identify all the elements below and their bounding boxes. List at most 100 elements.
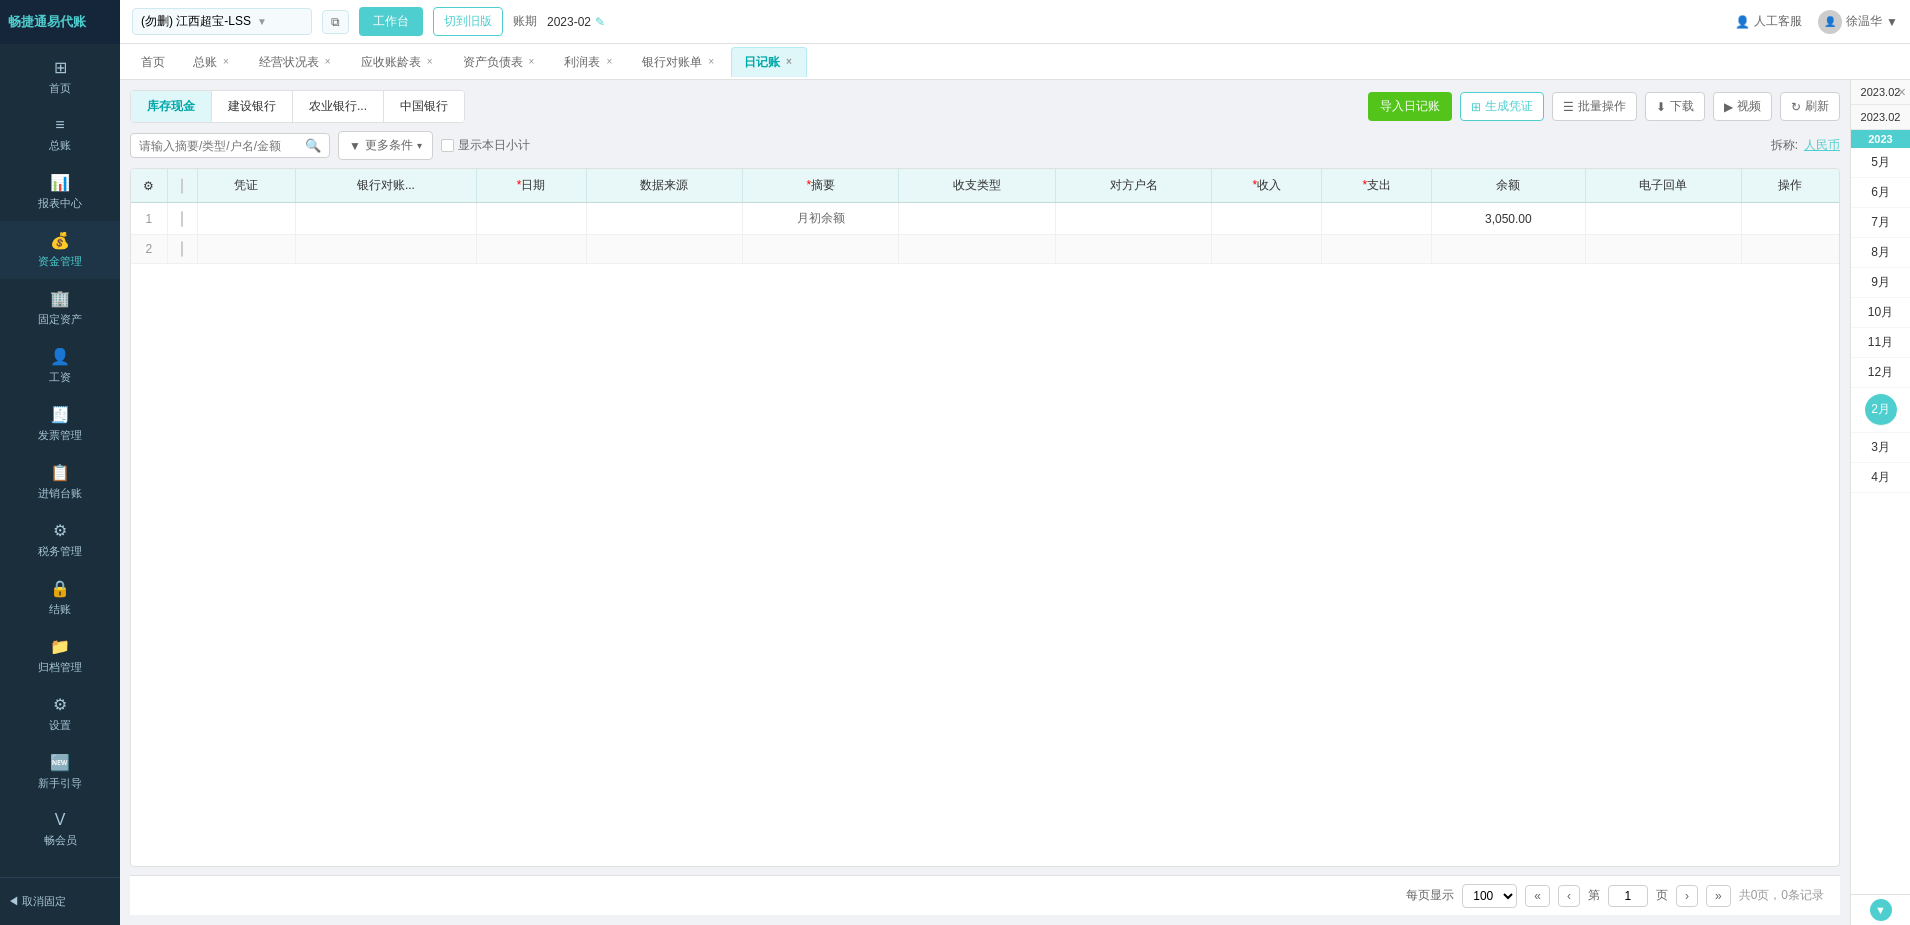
month-item-5[interactable]: 5月	[1851, 148, 1910, 178]
sidebar-item-archive[interactable]: 📁 归档管理	[0, 627, 120, 685]
sidebar-item-settings[interactable]: ⚙ 设置	[0, 685, 120, 743]
year-entry-2023-02-2[interactable]: 2023.02	[1851, 105, 1910, 130]
tab-receivable-close[interactable]: ×	[425, 56, 435, 68]
tab-profit-close[interactable]: ×	[604, 56, 614, 68]
company-selector[interactable]: (勿删) 江西超宝-LSS ▼	[132, 8, 312, 35]
tab-ledger[interactable]: 总账 ×	[180, 47, 244, 77]
tab-assets-liab[interactable]: 资产负债表 ×	[450, 47, 550, 77]
tab-biz-status[interactable]: 经营状况表 ×	[246, 47, 346, 77]
search-input-wrap[interactable]: 🔍	[130, 133, 330, 158]
month-item-8[interactable]: 8月	[1851, 238, 1910, 268]
tab-profit[interactable]: 利润表 ×	[551, 47, 627, 77]
show-daily-total-checkbox[interactable]	[441, 139, 454, 152]
sidebar-nav: ⊞ 首页 ≡ 总账 📊 报表中心 💰 资金管理 🏢 固定资产 👤 工资	[0, 44, 120, 877]
tab-bank-reconcile-close[interactable]: ×	[706, 56, 716, 68]
next-page-button[interactable]: ›	[1676, 885, 1698, 907]
th-checkbox[interactable]	[167, 169, 197, 203]
show-daily-total[interactable]: 显示本日小计	[441, 137, 530, 154]
row1-checkbox[interactable]	[167, 203, 197, 235]
company-dropdown-icon: ▼	[257, 16, 267, 27]
sidebar-item-sales[interactable]: 📋 进销台账	[0, 453, 120, 511]
row2-checkbox[interactable]	[167, 235, 197, 264]
show-daily-total-label: 显示本日小计	[458, 137, 530, 154]
row2-summary	[743, 235, 899, 264]
month-item-6[interactable]: 6月	[1851, 178, 1910, 208]
copy-button[interactable]: ⧉	[322, 10, 349, 34]
tab-home[interactable]: 首页	[128, 47, 178, 77]
sidebar-pin-button[interactable]: ◀ 取消固定	[4, 888, 116, 915]
data-table-wrap: ⚙ 凭证 银行对账...	[130, 168, 1840, 867]
bank-tab-cash[interactable]: 库存现金	[131, 91, 212, 122]
th-counter-party: 对方户名	[1055, 169, 1211, 203]
sidebar-item-vip[interactable]: V 畅会员	[0, 801, 120, 858]
tab-assets-liab-close[interactable]: ×	[527, 56, 537, 68]
sidebar-item-reports[interactable]: 📊 报表中心	[0, 163, 120, 221]
tab-journal-close[interactable]: ×	[784, 56, 794, 68]
sidebar-item-tax[interactable]: ⚙ 税务管理	[0, 511, 120, 569]
first-page-button[interactable]: «	[1525, 885, 1550, 907]
tab-bank-reconcile[interactable]: 银行对账单 ×	[629, 47, 729, 77]
reports-icon: 📊	[50, 173, 70, 192]
tab-biz-status-close[interactable]: ×	[323, 56, 333, 68]
page-size-select[interactable]: 100 50 200	[1462, 884, 1517, 908]
tab-receivable[interactable]: 应收账龄表 ×	[348, 47, 448, 77]
refresh-button[interactable]: ↻ 刷新	[1780, 92, 1840, 121]
video-button[interactable]: ▶ 视频	[1713, 92, 1772, 121]
sidebar-item-ledger-label: 总账	[49, 138, 71, 153]
row2-counter-party	[1055, 235, 1211, 264]
month-item-12[interactable]: 12月	[1851, 358, 1910, 388]
currency-option[interactable]: 人民币	[1804, 137, 1840, 154]
sidebar-item-fund[interactable]: 💰 资金管理	[0, 221, 120, 279]
sidebar-item-guide[interactable]: 🆕 新手引导	[0, 743, 120, 801]
workbench-button[interactable]: 工作台	[359, 7, 423, 36]
bank-tab-jianshe[interactable]: 建设银行	[212, 91, 293, 122]
video-icon: ▶	[1724, 100, 1733, 114]
sidebar-item-payroll[interactable]: 👤 工资	[0, 337, 120, 395]
search-icon[interactable]: 🔍	[305, 138, 321, 153]
user-service-icon: 👤	[1735, 15, 1750, 29]
tab-ledger-close[interactable]: ×	[221, 56, 231, 68]
user-service[interactable]: 👤 人工客服	[1735, 13, 1802, 30]
right-panel-close-button[interactable]: ×	[1898, 84, 1906, 100]
prev-page-button[interactable]: ‹	[1558, 885, 1580, 907]
filter-label: 更多条件	[365, 137, 413, 154]
sidebar-item-ledger[interactable]: ≡ 总账	[0, 106, 120, 163]
download-button[interactable]: ⬇ 下载	[1645, 92, 1705, 121]
month-item-11[interactable]: 11月	[1851, 328, 1910, 358]
settings-icon-th: ⚙	[143, 179, 154, 193]
fund-icon: 💰	[50, 231, 70, 250]
month-nav-down-wrap: ▼	[1851, 894, 1910, 925]
sidebar-item-home[interactable]: ⊞ 首页	[0, 48, 120, 106]
last-page-button[interactable]: »	[1706, 885, 1731, 907]
header-checkbox[interactable]	[181, 178, 183, 194]
sidebar-item-archive-label: 归档管理	[38, 660, 82, 675]
batch-op-button[interactable]: ☰ 批量操作	[1552, 92, 1637, 121]
fixed-icon: 🏢	[50, 289, 70, 308]
user-info[interactable]: 👤 徐温华 ▼	[1818, 10, 1898, 34]
month-item-4[interactable]: 4月	[1851, 463, 1910, 493]
month-item-10[interactable]: 10月	[1851, 298, 1910, 328]
period-edit-icon[interactable]: ✎	[595, 15, 605, 29]
sidebar-item-fixed[interactable]: 🏢 固定资产	[0, 279, 120, 337]
th-settings[interactable]: ⚙	[131, 169, 167, 203]
month-item-9[interactable]: 9月	[1851, 268, 1910, 298]
month-item-2-active[interactable]: 2月	[1865, 394, 1897, 426]
tab-journal[interactable]: 日记账 ×	[731, 47, 807, 77]
bank-tab-nongye[interactable]: 农业银行...	[293, 91, 384, 122]
month-item-7[interactable]: 7月	[1851, 208, 1910, 238]
bank-tab-zhongguo[interactable]: 中国银行	[384, 91, 464, 122]
table-row: 2	[131, 235, 1839, 264]
month-item-3[interactable]: 3月	[1851, 433, 1910, 463]
th-voucher: 凭证	[197, 169, 296, 203]
month-nav-down-button[interactable]: ▼	[1870, 899, 1892, 921]
th-bank-account: 银行对账...	[296, 169, 477, 203]
import-journal-button[interactable]: 导入日记账	[1368, 92, 1452, 121]
search-input[interactable]	[139, 139, 301, 153]
page-input[interactable]	[1608, 885, 1648, 907]
sidebar-item-close-period[interactable]: 🔒 结账	[0, 569, 120, 627]
filter-button[interactable]: ▼ 更多条件 ▾	[338, 131, 433, 160]
sidebar-item-invoice[interactable]: 🧾 发票管理	[0, 395, 120, 453]
old-version-button[interactable]: 切到旧版	[433, 7, 503, 36]
tab-profit-label: 利润表	[564, 54, 600, 71]
generate-voucher-button[interactable]: ⊞ 生成凭证	[1460, 92, 1544, 121]
